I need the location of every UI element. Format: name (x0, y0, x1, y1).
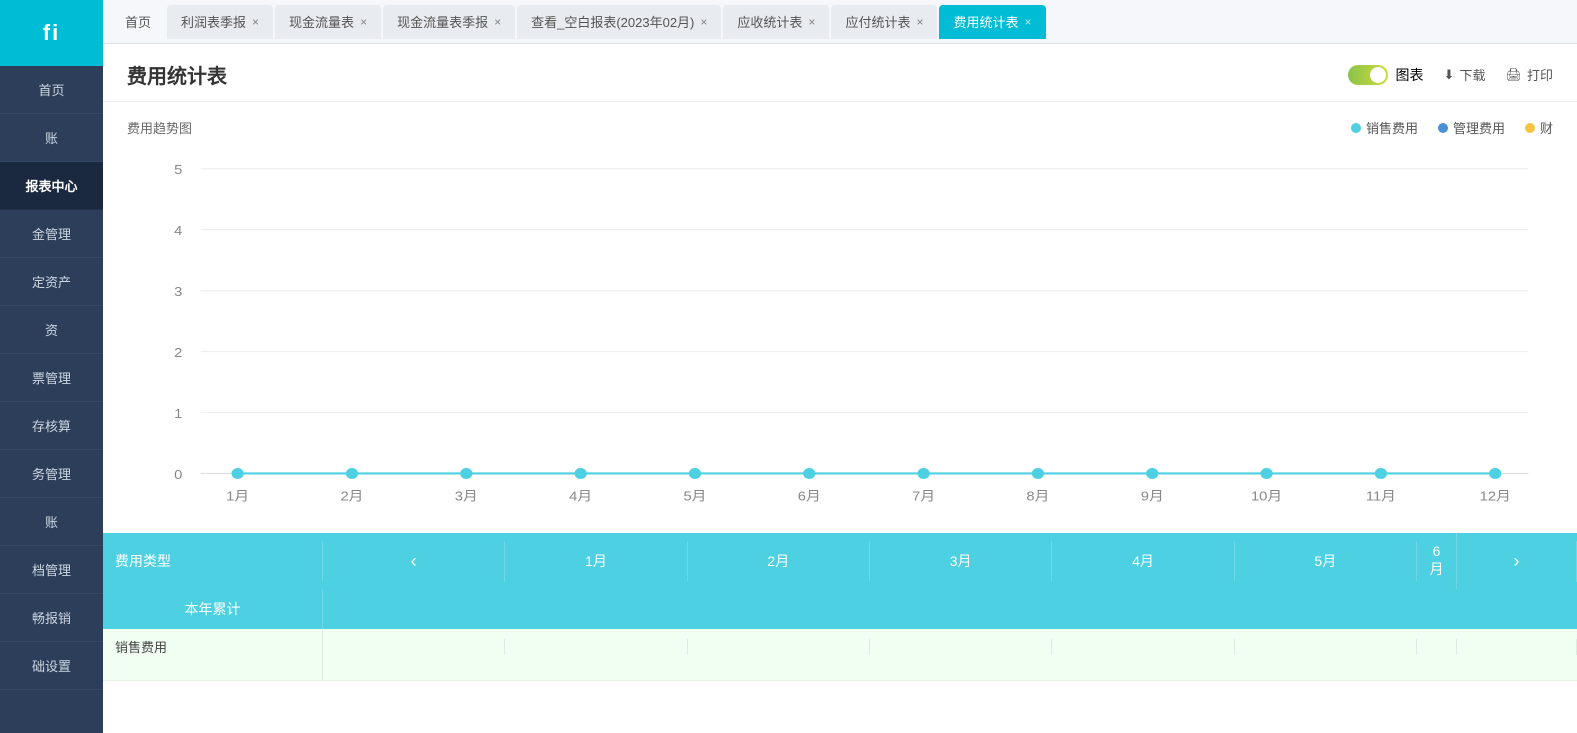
tab-close-receivable[interactable]: × (808, 15, 815, 29)
td-m6 (1417, 639, 1457, 655)
tab-cashflow-quarterly[interactable]: 现金流量表季报 × (383, 5, 515, 39)
chart-legend: 销售费用 管理费用 财 (1351, 118, 1553, 137)
td-type: 销售费用 (103, 629, 323, 664)
legend-finance: 财 (1525, 118, 1553, 137)
chart-toggle[interactable] (1348, 65, 1388, 85)
svg-text:5月: 5月 (683, 488, 706, 503)
tab-profit-quarterly[interactable]: 利润表季报 × (167, 5, 273, 39)
th-m6: 6月 (1417, 533, 1457, 589)
svg-text:1月: 1月 (226, 488, 249, 503)
sidebar-item-home[interactable]: 首页 (0, 66, 103, 114)
svg-text:5: 5 (174, 162, 182, 177)
sidebar-item-inventory[interactable]: 存核算 (0, 402, 103, 450)
th-nav-prev[interactable]: ‹ (323, 541, 505, 582)
svg-text:2: 2 (174, 345, 182, 360)
td-m1 (505, 639, 687, 655)
tab-close-profit-quarterly[interactable]: × (252, 15, 259, 29)
sidebar-item-archive[interactable]: 档管理 (0, 546, 103, 594)
th-m5: 5月 (1235, 541, 1417, 581)
legend-label-admin: 管理费用 (1453, 118, 1505, 137)
svg-text:10月: 10月 (1251, 488, 1282, 503)
chart-toggle-wrap: 图表 (1348, 65, 1424, 85)
chart-toggle-label: 图表 (1396, 65, 1424, 85)
legend-label-finance: 财 (1540, 118, 1553, 137)
legend-admin: 管理费用 (1438, 118, 1505, 137)
sidebar-logo: fi (0, 0, 103, 66)
th-total: 本年累计 (103, 589, 323, 629)
th-m3: 3月 (870, 541, 1052, 581)
sidebar-item-ticket[interactable]: 票管理 (0, 354, 103, 402)
tab-home[interactable]: 首页 (111, 5, 165, 39)
legend-dot-finance (1525, 123, 1535, 133)
svg-text:3月: 3月 (455, 488, 478, 503)
print-button[interactable]: 🖨 打印 (1505, 65, 1553, 84)
td-nav2-placeholder (1457, 639, 1577, 655)
sidebar-item-capital[interactable]: 资 (0, 306, 103, 354)
sidebar-item-reimbursement[interactable]: 畅报销 (0, 594, 103, 642)
header-actions: 图表 ⬇ 下载 🖨 打印 (1348, 65, 1553, 85)
svg-text:0: 0 (174, 467, 182, 482)
svg-text:6月: 6月 (798, 488, 821, 503)
th-m2: 2月 (688, 541, 870, 581)
sidebar-item-account[interactable]: 账 (0, 114, 103, 162)
th-type: 费用类型 (103, 541, 323, 581)
sidebar-item-cash[interactable]: 金管理 (0, 210, 103, 258)
tab-payable[interactable]: 应付统计表 × (831, 5, 937, 39)
svg-text:4: 4 (174, 223, 182, 238)
chart-container: 0 1 2 3 4 5 1月 2月 3月 4月 5月 6月 7月 8月 9 (127, 147, 1553, 517)
page-header: 费用统计表 图表 ⬇ 下载 🖨 打印 (103, 44, 1577, 102)
main-content: 首页 利润表季报 × 现金流量表 × 现金流量表季报 × 查看_空白报表(202… (103, 0, 1577, 733)
svg-text:2月: 2月 (340, 488, 363, 503)
svg-text:1: 1 (174, 406, 182, 421)
td-m3 (870, 639, 1052, 655)
svg-text:7月: 7月 (912, 488, 935, 503)
tab-close-cashflow[interactable]: × (360, 15, 367, 29)
tab-blank-report[interactable]: 查看_空白报表(2023年02月) × (517, 5, 721, 39)
sidebar-item-service[interactable]: 务管理 (0, 450, 103, 498)
sidebar-item-settings[interactable]: 础设置 (0, 642, 103, 690)
download-icon: ⬇ (1444, 67, 1455, 83)
table-row: 销售费用 (103, 629, 1577, 681)
table-header: 费用类型 ‹ 1月 2月 3月 4月 5月 (103, 533, 1577, 629)
trend-chart: 0 1 2 3 4 5 1月 2月 3月 4月 5月 6月 7月 8月 9 (127, 147, 1553, 517)
svg-text:3: 3 (174, 284, 182, 299)
svg-text:4月: 4月 (569, 488, 592, 503)
sidebar-item-report-center[interactable]: 报表中心 (0, 162, 103, 210)
svg-text:11月: 11月 (1366, 488, 1396, 503)
print-icon: 🖨 (1505, 67, 1522, 83)
content-area: 费用统计表 图表 ⬇ 下载 🖨 打印 费用趋势图 (103, 44, 1577, 733)
table-body: 销售费用 (103, 629, 1577, 681)
tab-cashflow[interactable]: 现金流量表 × (275, 5, 381, 39)
tab-close-expense[interactable]: × (1024, 15, 1031, 29)
tab-receivable[interactable]: 应收统计表 × (723, 5, 829, 39)
svg-text:12月: 12月 (1480, 488, 1511, 503)
td-m2 (688, 639, 870, 655)
page-title: 费用统计表 (127, 60, 227, 89)
svg-text:9月: 9月 (1141, 488, 1164, 503)
sidebar: fi 首页 账 报表中心 金管理 定资产 资 票管理 存核算 务管理 账 档管理… (0, 0, 103, 733)
chart-section: 费用趋势图 销售费用 管理费用 财 (103, 102, 1577, 533)
chart-title: 费用趋势图 (127, 118, 1553, 137)
th-nav-next[interactable]: › (1457, 541, 1577, 582)
table-section: 费用类型 ‹ 1月 2月 3月 4月 5月 (103, 533, 1577, 733)
tab-expense[interactable]: 费用统计表 × (939, 5, 1045, 39)
td-total (103, 664, 323, 680)
sidebar-item-fixed-assets[interactable]: 定资产 (0, 258, 103, 306)
tab-close-blank-report[interactable]: × (700, 15, 707, 29)
legend-sales: 销售费用 (1351, 118, 1418, 137)
th-m1: 1月 (505, 541, 687, 581)
sidebar-item-ledger[interactable]: 账 (0, 498, 103, 546)
tab-close-cashflow-quarterly[interactable]: × (494, 15, 501, 29)
download-button[interactable]: ⬇ 下载 (1444, 65, 1486, 84)
legend-label-sales: 销售费用 (1366, 118, 1418, 137)
td-m5 (1235, 639, 1417, 655)
tab-bar: 首页 利润表季报 × 现金流量表 × 现金流量表季报 × 查看_空白报表(202… (103, 0, 1577, 44)
legend-dot-sales (1351, 123, 1361, 133)
legend-dot-admin (1438, 123, 1448, 133)
td-nav-placeholder (323, 639, 505, 655)
th-m4: 4月 (1052, 541, 1234, 581)
tab-close-payable[interactable]: × (916, 15, 923, 29)
svg-text:8月: 8月 (1026, 488, 1049, 503)
td-m4 (1052, 639, 1234, 655)
